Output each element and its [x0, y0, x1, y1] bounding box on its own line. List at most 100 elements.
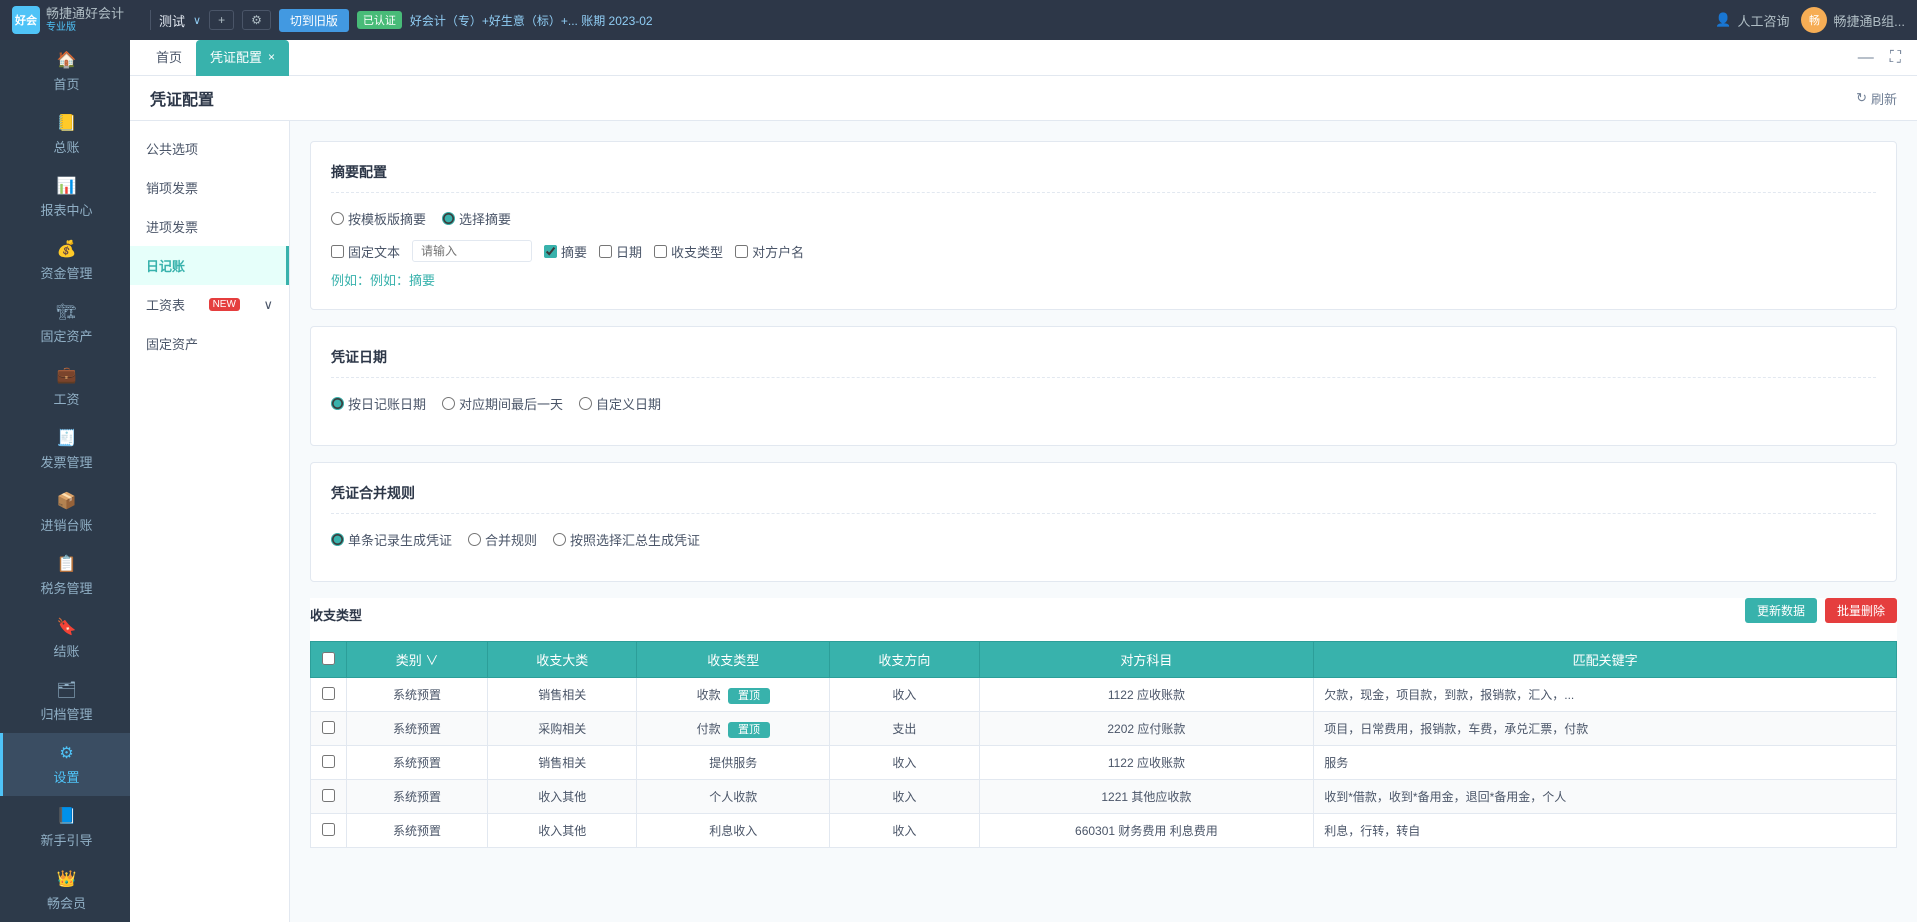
help-button[interactable]: 👤 人工咨询 [1715, 11, 1789, 30]
radio-single-record[interactable]: 单条记录生成凭证 [331, 530, 452, 549]
update-data-button[interactable]: 更新数据 [1745, 598, 1817, 623]
sidebar-label-funds: 资金管理 [40, 263, 92, 282]
row-type-4: 利息收入 [637, 814, 830, 848]
radio-period-last-input[interactable] [442, 397, 455, 410]
tax-icon: 📋 [57, 554, 77, 574]
sidebar-item-invoices[interactable]: 🧾 发票管理 [0, 418, 130, 481]
ledger-icon: 📒 [57, 113, 77, 133]
radio-merge-input[interactable] [468, 533, 481, 546]
radio-selected-summary[interactable]: 按照选择汇总生成凭证 [553, 530, 700, 549]
tab-close-icon[interactable]: × [268, 50, 275, 64]
checkbox-fixed-text[interactable]: 固定文本 [331, 242, 400, 261]
radio-custom-date[interactable]: 自定义日期 [579, 394, 661, 413]
radio-custom-date-input[interactable] [579, 397, 592, 410]
chevron-down-icon: ∨ [263, 297, 273, 313]
radio-single-input[interactable] [331, 533, 344, 546]
sidebar-item-tax[interactable]: 📋 税务管理 [0, 544, 130, 607]
sidebar-item-reports[interactable]: 📊 报表中心 [0, 166, 130, 229]
minimize-button[interactable]: — [1854, 45, 1878, 71]
select-all-checkbox[interactable] [322, 652, 335, 665]
leftnav-fixed-assets[interactable]: 固定资产 [130, 324, 289, 363]
type-checkbox[interactable] [654, 245, 667, 258]
row-checkbox-4[interactable] [311, 814, 347, 848]
merge-rules-title: 凭证合并规则 [331, 483, 1876, 514]
checkbox-summary[interactable]: 摘要 [544, 242, 587, 261]
row-major-4: 收入其他 [488, 814, 637, 848]
sales-icon: 📦 [57, 491, 77, 511]
top-tag-1[interactable]: 置顶 [728, 722, 770, 738]
tab-voucher-config[interactable]: 凭证配置 × [196, 40, 289, 76]
sidebar-item-funds[interactable]: 💰 资金管理 [0, 229, 130, 292]
income-expense-header: 收支类型 更新数据 批量删除 [310, 598, 1897, 631]
leftnav-payroll[interactable]: 工资表 NEW ∨ [130, 285, 289, 324]
topbar-dropdown-icon[interactable]: ∨ [193, 14, 201, 27]
row-major-1: 采购相关 [488, 712, 637, 746]
closing-icon: 🔖 [57, 617, 77, 637]
sidebar-item-sales[interactable]: 📦 进销台账 [0, 481, 130, 544]
radio-period-last[interactable]: 对应期间最后一天 [442, 394, 563, 413]
sidebar-item-home[interactable]: 🏠 首页 [0, 40, 130, 103]
radio-template-summary[interactable]: 按模板版摘要 [331, 209, 426, 228]
sidebar-label-archive: 归档管理 [40, 704, 92, 723]
example-text: 例如：例如：摘要 [331, 270, 1876, 289]
leftnav-journal[interactable]: 日记账 [130, 246, 289, 285]
leftnav-sales-invoice[interactable]: 销项发票 [130, 168, 289, 207]
row-direction-1: 支出 [830, 712, 979, 746]
radio-journal-date[interactable]: 按日记账日期 [331, 394, 426, 413]
row-checkbox-3[interactable] [311, 780, 347, 814]
radio-select-input[interactable] [442, 212, 455, 225]
sidebar: 🏠 首页 📒 总账 📊 报表中心 💰 资金管理 🏗 固定资产 💼 工资 🧾 发票… [0, 40, 130, 922]
add-button[interactable]: + [209, 10, 234, 30]
topbar-divider [150, 10, 151, 30]
leftnav-purchase-invoice[interactable]: 进项发票 [130, 207, 289, 246]
sidebar-item-ledger[interactable]: 📒 总账 [0, 103, 130, 166]
user-menu[interactable]: 畅 畅捷通B组... [1801, 7, 1905, 33]
sidebar-label-sales: 进销台账 [40, 515, 92, 534]
leftnav-public[interactable]: 公共选项 [130, 129, 289, 168]
date-radio-group: 按日记账日期 对应期间最后一天 自定义日期 [331, 394, 1876, 413]
page-header: 凭证配置 ↻ 刷新 [130, 76, 1917, 121]
sidebar-item-assets[interactable]: 🏗 固定资产 [0, 292, 130, 355]
batch-delete-button[interactable]: 批量删除 [1825, 598, 1897, 623]
sidebar-item-member[interactable]: 👑 畅会员 [0, 859, 130, 922]
sidebar-label-assets: 固定资产 [40, 326, 92, 345]
page-title: 凭证配置 [150, 86, 214, 110]
sidebar-item-closing[interactable]: 🔖 结账 [0, 607, 130, 670]
refresh-button[interactable]: ↻ 刷新 [1856, 89, 1897, 108]
refresh-icon: ↻ [1856, 90, 1867, 106]
fixed-text-input[interactable] [412, 240, 532, 262]
radio-template-input[interactable] [331, 212, 344, 225]
radio-journal-date-input[interactable] [331, 397, 344, 410]
sidebar-item-settings[interactable]: ⚙ 设置 [0, 733, 130, 796]
th-account: 对方科目 [979, 642, 1314, 678]
fixed-text-checkbox[interactable] [331, 245, 344, 258]
topbar-title: 测试 [159, 11, 185, 30]
tab-home[interactable]: 首页 [142, 40, 196, 76]
date-checkbox[interactable] [599, 245, 612, 258]
sidebar-item-payroll[interactable]: 💼 工资 [0, 355, 130, 418]
member-icon: 👑 [57, 869, 77, 889]
row-checkbox-2[interactable] [311, 746, 347, 780]
checkbox-counterpart[interactable]: 对方户名 [735, 242, 804, 261]
expand-button[interactable]: ⛶ [1886, 45, 1905, 71]
radio-selected-input[interactable] [553, 533, 566, 546]
checkbox-type[interactable]: 收支类型 [654, 242, 723, 261]
radio-select-summary[interactable]: 选择摘要 [442, 209, 511, 228]
sidebar-item-guide[interactable]: 📘 新手引导 [0, 796, 130, 859]
settings-button[interactable]: ⚙ [242, 10, 271, 30]
sidebar-item-archive[interactable]: 🗂 归档管理 [0, 670, 130, 733]
checkbox-date[interactable]: 日期 [599, 242, 642, 261]
row-checkbox-1[interactable] [311, 712, 347, 746]
avatar: 畅 [1801, 7, 1827, 33]
main-content: 摘要配置 按模板版摘要 选择摘要 [290, 121, 1917, 922]
top-tag-0[interactable]: 置顶 [728, 688, 770, 704]
row-account-3: 1221 其他应收款 [979, 780, 1314, 814]
switch-version-button[interactable]: 切到旧版 [279, 9, 349, 32]
voucher-date-title: 凭证日期 [331, 347, 1876, 378]
counterpart-checkbox[interactable] [735, 245, 748, 258]
reports-icon: 📊 [57, 176, 77, 196]
row-checkbox-0[interactable] [311, 678, 347, 712]
summary-checkbox[interactable] [544, 245, 557, 258]
sidebar-label-ledger: 总账 [53, 137, 79, 156]
radio-merge-rules[interactable]: 合并规则 [468, 530, 537, 549]
